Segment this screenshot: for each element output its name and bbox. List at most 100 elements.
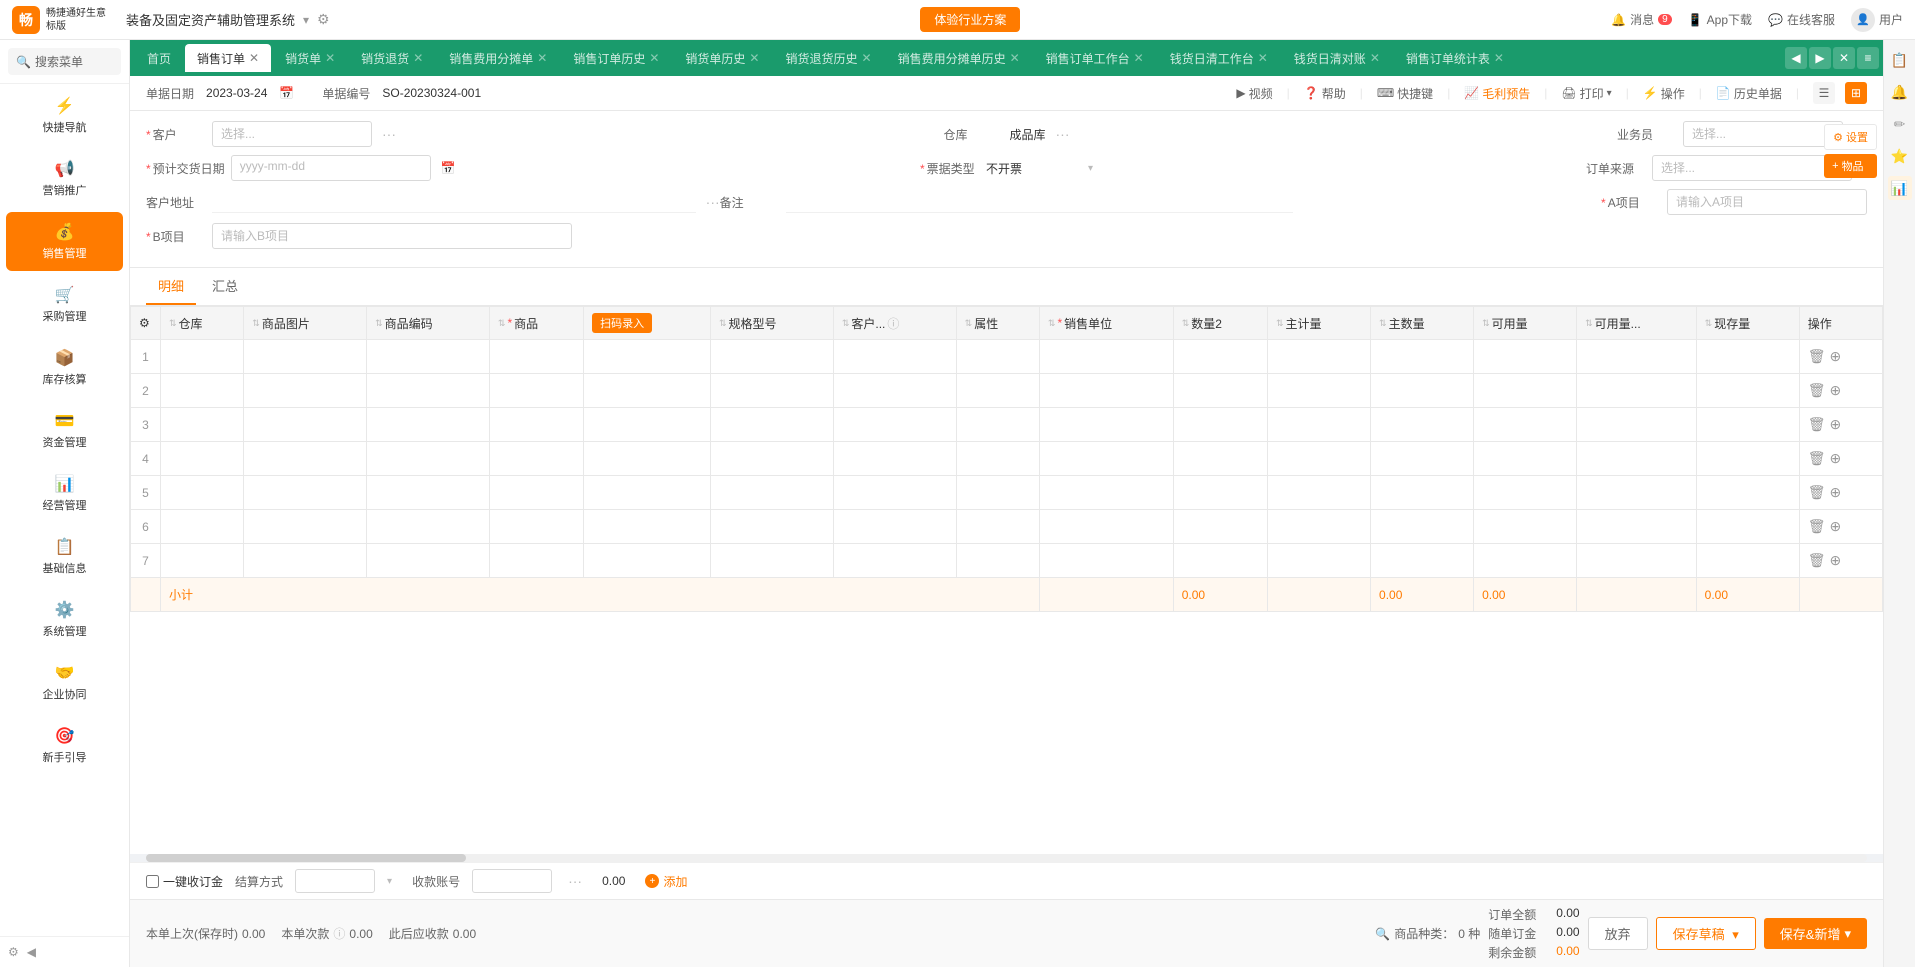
discard-btn[interactable]: 放弃 xyxy=(1588,917,1648,950)
sidebar-item-system[interactable]: ⚙️ 系统管理 xyxy=(6,590,123,649)
tab-close-expense-split[interactable]: ✕ xyxy=(537,51,547,65)
rs-clipboard-icon[interactable]: 📋 xyxy=(1888,48,1912,72)
sidebar-item-purchase[interactable]: 🛒 采购管理 xyxy=(6,275,123,334)
row-3-spec[interactable] xyxy=(711,408,834,442)
row-7-qty2[interactable] xyxy=(1173,544,1267,578)
save-new-dropdown-icon[interactable]: ▾ xyxy=(1844,926,1851,942)
row-1-customer-ref[interactable] xyxy=(833,340,956,374)
warehouse-more-btn[interactable]: ··· xyxy=(1056,126,1070,142)
product-code-sort-icon[interactable]: ⇅ xyxy=(375,319,383,328)
row-7-delete-btn[interactable]: 🗑 xyxy=(1808,552,1826,569)
row-1-available[interactable] xyxy=(1474,340,1577,374)
row-6-product-code[interactable] xyxy=(367,510,490,544)
tab-expense-split[interactable]: 销售费用分摊单 ✕ xyxy=(437,44,559,72)
remark-input[interactable] xyxy=(786,191,1294,213)
tab-expense-history[interactable]: 销售费用分摊单历史 ✕ xyxy=(886,44,1032,72)
online-service-btn[interactable]: 💬 在线客服 xyxy=(1768,11,1835,28)
sidebar-item-marketing[interactable]: 📢 营销推广 xyxy=(6,149,123,208)
gear-icon[interactable]: ⚙ xyxy=(139,316,150,330)
settings-btn[interactable]: ⚙ 设置 xyxy=(1824,124,1877,150)
add-item-btn[interactable]: + 物品 xyxy=(1824,154,1877,178)
sidebar-item-guide[interactable]: 🎯 新手引导 xyxy=(6,716,123,775)
tab-close-return-history[interactable]: ✕ xyxy=(749,51,759,65)
row-4-customer-ref[interactable] xyxy=(833,442,956,476)
row-5-available[interactable] xyxy=(1474,476,1577,510)
row-2-available-dots[interactable] xyxy=(1577,374,1697,408)
row-4-main-unit[interactable] xyxy=(1267,442,1370,476)
row-5-main-qty[interactable] xyxy=(1371,476,1474,510)
row-1-attribute[interactable] xyxy=(956,340,1039,374)
calendar-icon[interactable]: 📅 xyxy=(279,86,294,100)
customer-input[interactable]: 选择... xyxy=(212,121,372,147)
row-4-current-stock[interactable] xyxy=(1696,442,1799,476)
row-2-current-stock[interactable] xyxy=(1696,374,1799,408)
operations-btn[interactable]: ⚡ 操作 xyxy=(1643,85,1685,102)
attr-sort-icon[interactable]: ⇅ xyxy=(965,319,973,328)
profit-forecast-btn[interactable]: 📈 毛利预告 xyxy=(1464,85,1530,102)
bank-more-btn[interactable]: ··· xyxy=(568,873,582,889)
tab-sales-return[interactable]: 销货单 ✕ xyxy=(273,44,347,72)
sales-unit-sort-icon[interactable]: ⇅ xyxy=(1048,319,1056,328)
row-3-qty2[interactable] xyxy=(1173,408,1267,442)
row-4-qty2[interactable] xyxy=(1173,442,1267,476)
tab-close-order-history[interactable]: ✕ xyxy=(649,51,659,65)
row-4-product[interactable] xyxy=(489,442,583,476)
tab-sales-refund[interactable]: 销货退货 ✕ xyxy=(349,44,435,72)
notification-btn[interactable]: 🔔 消息 9 xyxy=(1611,11,1672,28)
row-6-attribute[interactable] xyxy=(956,510,1039,544)
row-6-main-qty[interactable] xyxy=(1371,510,1474,544)
row-1-sales-unit[interactable] xyxy=(1039,340,1173,374)
tab-close-cash-workbench[interactable]: ✕ xyxy=(1258,51,1268,65)
warehouse-sort-icon[interactable]: ⇅ xyxy=(169,319,177,328)
row-7-attribute[interactable] xyxy=(956,544,1039,578)
row-6-customer-ref[interactable] xyxy=(833,510,956,544)
row-4-main-qty[interactable] xyxy=(1371,442,1474,476)
rs-chart-icon[interactable]: 📊 xyxy=(1888,176,1912,200)
row-1-product-code[interactable] xyxy=(367,340,490,374)
row-6-main-unit[interactable] xyxy=(1267,510,1370,544)
available-sort-icon[interactable]: ⇅ xyxy=(1482,319,1490,328)
pay-method-input[interactable] xyxy=(295,869,375,893)
rs-notification-icon[interactable]: 🔔 xyxy=(1888,80,1912,104)
a-project-input[interactable]: 请输入A项目 xyxy=(1667,189,1867,215)
row-7-main-unit[interactable] xyxy=(1267,544,1370,578)
rs-star-icon[interactable]: ⭐ xyxy=(1888,144,1912,168)
row-7-sales-unit[interactable] xyxy=(1039,544,1173,578)
tab-close-sales-refund[interactable]: ✕ xyxy=(413,51,423,65)
invoice-type-dropdown-icon[interactable]: ▾ xyxy=(1088,163,1093,174)
row-4-available-dots[interactable] xyxy=(1577,442,1697,476)
row-3-current-stock[interactable] xyxy=(1696,408,1799,442)
address-more-btn[interactable]: ··· xyxy=(706,194,720,210)
row-2-product-code[interactable] xyxy=(367,374,490,408)
b-project-input[interactable]: 请输入B项目 xyxy=(212,223,572,249)
industry-btn[interactable]: 体验行业方案 xyxy=(920,7,1020,32)
row-4-copy-btn[interactable]: ⊕ xyxy=(1829,450,1841,467)
user-menu[interactable]: 👤 用户 xyxy=(1851,8,1903,32)
available-dots-sort-icon[interactable]: ⇅ xyxy=(1585,319,1593,328)
row-2-customer-ref[interactable] xyxy=(833,374,956,408)
row-6-available-dots[interactable] xyxy=(1577,510,1697,544)
row-1-copy-btn[interactable]: ⊕ xyxy=(1829,348,1841,365)
row-3-customer-ref[interactable] xyxy=(833,408,956,442)
help-btn[interactable]: ❓ 帮助 xyxy=(1304,85,1346,102)
row-3-available[interactable] xyxy=(1474,408,1577,442)
row-2-copy-btn[interactable]: ⊕ xyxy=(1829,382,1841,399)
row-6-sales-unit[interactable] xyxy=(1039,510,1173,544)
sidebar-item-quick-nav[interactable]: ⚡ 快捷导航 xyxy=(6,86,123,145)
invoice-type-value[interactable]: 不开票 xyxy=(986,160,1022,177)
tab-home[interactable]: 首页 xyxy=(135,44,183,72)
settings-icon[interactable]: ⚙ xyxy=(317,11,330,28)
address-input[interactable] xyxy=(212,191,696,213)
row-3-attribute[interactable] xyxy=(956,408,1039,442)
row-4-sales-unit[interactable] xyxy=(1039,442,1173,476)
row-2-product-image[interactable] xyxy=(244,374,367,408)
row-5-delete-btn[interactable]: 🗑 xyxy=(1808,484,1826,501)
row-3-sales-unit[interactable] xyxy=(1039,408,1173,442)
row-2-spec[interactable] xyxy=(711,374,834,408)
row-4-attribute[interactable] xyxy=(956,442,1039,476)
tab-cash-workbench[interactable]: 钱货日清工作台 ✕ xyxy=(1158,44,1280,72)
row-2-available[interactable] xyxy=(1474,374,1577,408)
row-1-main-unit[interactable] xyxy=(1267,340,1370,374)
row-6-current-stock[interactable] xyxy=(1696,510,1799,544)
view-btn[interactable]: ▶ 视频 xyxy=(1236,85,1272,102)
